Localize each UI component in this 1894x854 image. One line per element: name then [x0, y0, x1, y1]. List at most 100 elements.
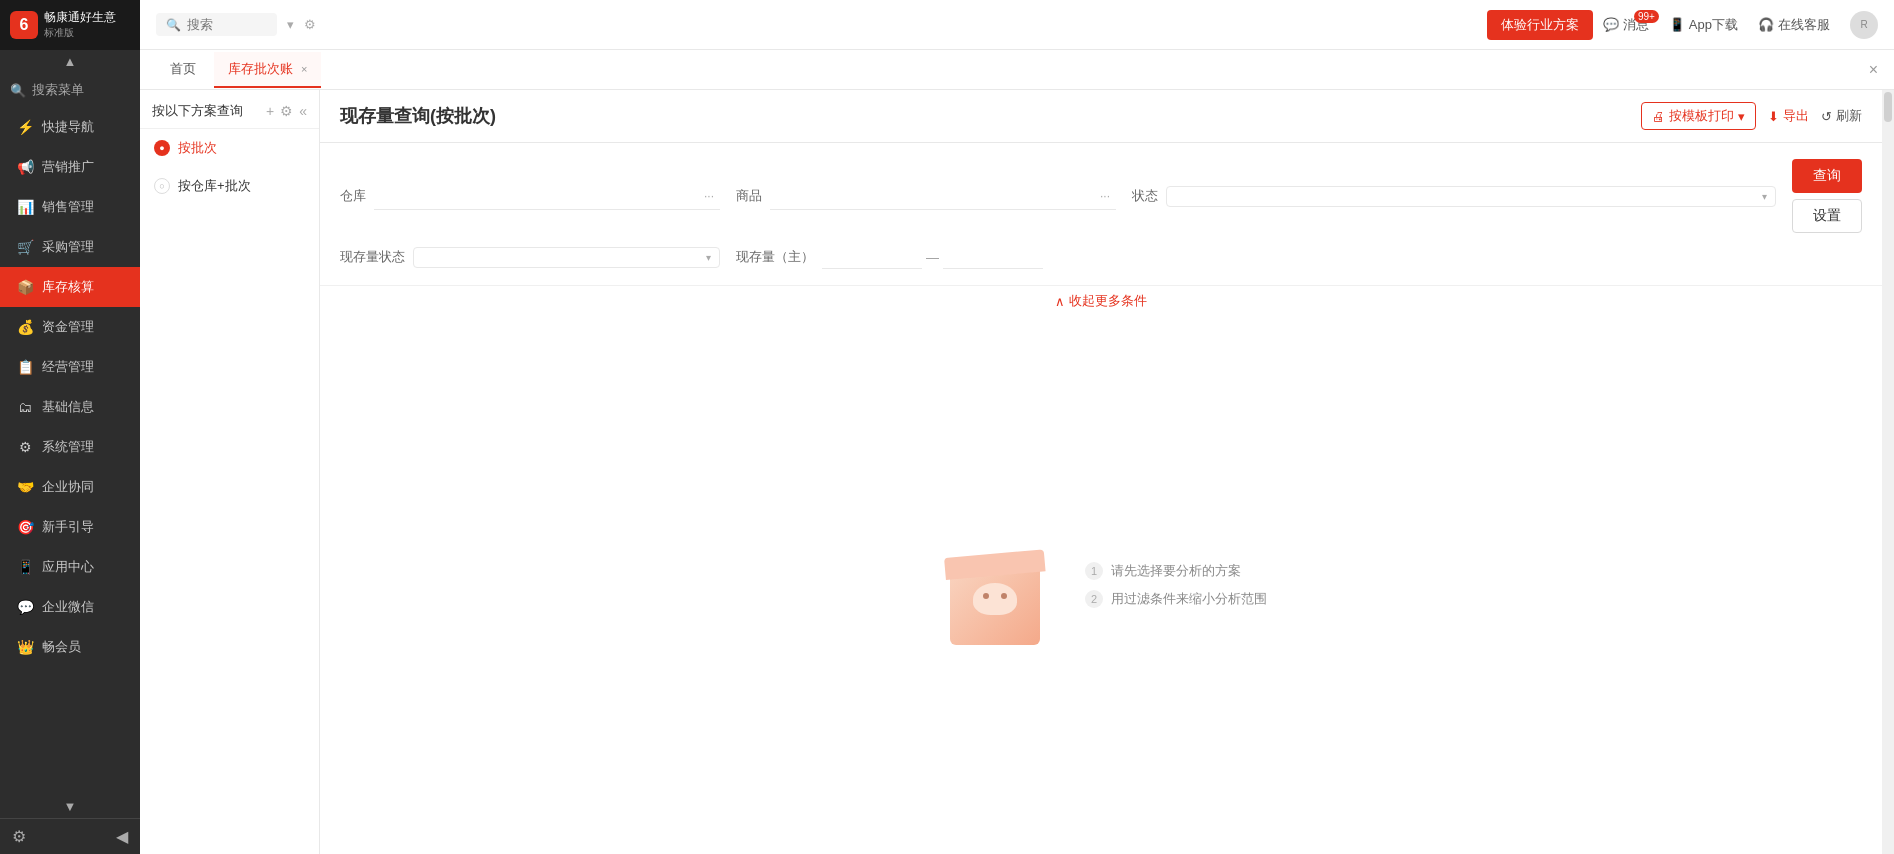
settings-button[interactable]: 设置	[1792, 199, 1862, 233]
sidebar-item-operations[interactable]: 📋 经营管理	[0, 347, 140, 387]
marketing-icon: 📢	[16, 158, 34, 176]
system-icon: ⚙	[16, 438, 34, 456]
topbar-dropdown-icon[interactable]: ▾	[287, 17, 294, 32]
search-icon: 🔍	[10, 83, 26, 98]
topbar-settings-icon[interactable]: ⚙	[304, 17, 316, 32]
export-button[interactable]: ⬇ 导出	[1768, 107, 1809, 125]
experience-industry-button[interactable]: 体验行业方案	[1487, 10, 1593, 40]
product-label: 商品	[736, 187, 762, 205]
inactive-scheme-dot: ○	[154, 178, 170, 194]
sidebar-item-finance[interactable]: 💰 资金管理	[0, 307, 140, 347]
right-scrollbar[interactable]	[1882, 90, 1894, 854]
status-dropdown-arrow: ▾	[1762, 191, 1767, 202]
inventory-qty-min-input[interactable]	[822, 245, 922, 269]
online-service-item[interactable]: 🎧 在线客服	[1758, 16, 1830, 34]
collapse-bar[interactable]: ∧ 收起更多条件	[320, 285, 1882, 316]
query-button[interactable]: 查询	[1792, 159, 1862, 193]
user-avatar[interactable]: R	[1850, 11, 1878, 39]
messages-item[interactable]: 💬 消息 99+	[1603, 16, 1649, 34]
sidebar-scroll-down[interactable]: ▼	[0, 795, 140, 818]
scheme-add-button[interactable]: +	[266, 103, 274, 119]
enterprise-icon: 🤝	[16, 478, 34, 496]
tab-home[interactable]: 首页	[156, 52, 210, 88]
scheme-item-by-warehouse-batch[interactable]: ○ 按仓库+批次	[140, 167, 319, 205]
sidebar-item-basic-info[interactable]: 🗂 基础信息	[0, 387, 140, 427]
product-more-btn[interactable]: ···	[1100, 189, 1110, 203]
app-download-icon: 📱	[1669, 17, 1685, 32]
tab-inventory-batch[interactable]: 库存批次账 ×	[214, 52, 321, 88]
scheme-collapse-icon[interactable]: «	[299, 103, 307, 119]
sidebar-item-purchase[interactable]: 🛒 采购管理	[0, 227, 140, 267]
page-title: 现存量查询(按批次)	[340, 104, 496, 140]
warehouse-input-wrapper[interactable]: ···	[374, 182, 720, 210]
quick-nav-icon: ⚡	[16, 118, 34, 136]
inventory-qty-label: 现存量（主）	[736, 248, 814, 266]
sidebar-item-app-center[interactable]: 📱 应用中心	[0, 547, 140, 587]
warehouse-label: 仓库	[340, 187, 366, 205]
refresh-button[interactable]: ↺ 刷新	[1821, 107, 1862, 125]
product-input-wrapper[interactable]: ···	[770, 182, 1116, 210]
inventory-icon: 📦	[16, 278, 34, 296]
filter-row-1: 仓库 ··· 商品 ···	[340, 159, 1862, 233]
topbar-search-input[interactable]	[187, 17, 267, 32]
sidebar-item-marketing[interactable]: 📢 营销推广	[0, 147, 140, 187]
inventory-qty-filter: 现存量（主） —	[736, 245, 1116, 269]
sidebar-item-enterprise-wechat[interactable]: 💬 企业微信	[0, 587, 140, 627]
app-logo: 6	[10, 11, 38, 39]
print-dropdown-icon[interactable]: ▾	[1738, 109, 1745, 124]
warehouse-input[interactable]	[380, 184, 704, 207]
topbar-search-icon: 🔍	[166, 18, 181, 32]
topbar-icons: 💬 消息 99+ 📱 App下载 🎧 在线客服 R	[1603, 11, 1878, 39]
product-filter: 商品 ···	[736, 182, 1116, 210]
active-scheme-dot: ●	[154, 140, 170, 156]
home-tab-label: 首页	[170, 60, 196, 78]
active-tab-label: 库存批次账	[228, 60, 293, 78]
scheme-settings-icon[interactable]: ⚙	[280, 103, 293, 119]
box-face	[973, 583, 1017, 615]
hint-num-2: 2	[1085, 590, 1103, 608]
product-input[interactable]	[776, 184, 1100, 207]
sidebar-item-enterprise[interactable]: 🤝 企业协同	[0, 467, 140, 507]
sidebar-scroll-up[interactable]: ▲	[0, 50, 140, 73]
empty-illustration	[935, 525, 1055, 645]
sidebar-item-quick-nav[interactable]: ⚡ 快捷导航	[0, 107, 140, 147]
app-download-item[interactable]: 📱 App下载	[1669, 16, 1738, 34]
sidebar-search[interactable]: 🔍 搜索菜单	[0, 73, 140, 107]
export-icon: ⬇	[1768, 109, 1779, 124]
sidebar-item-sales[interactable]: 📊 销售管理	[0, 187, 140, 227]
sidebar-collapse-icon[interactable]: ◀	[116, 827, 128, 846]
scrollbar-thumb[interactable]	[1884, 92, 1892, 122]
empty-hint-2: 2 用过滤条件来缩小分析范围	[1085, 590, 1267, 608]
sidebar-item-member[interactable]: 👑 畅会员	[0, 627, 140, 667]
sidebar-item-newbie[interactable]: 🎯 新手引导	[0, 507, 140, 547]
inventory-qty-max-input[interactable]	[943, 245, 1043, 269]
sidebar-item-system[interactable]: ⚙ 系统管理	[0, 427, 140, 467]
finance-icon: 💰	[16, 318, 34, 336]
warehouse-filter: 仓库 ···	[340, 182, 720, 210]
newbie-icon: 🎯	[16, 518, 34, 536]
print-icon: 🖨	[1652, 109, 1665, 124]
scheme-panel: 按以下方案查询 + ⚙ « ● 按批次 ○ 按仓库+批次	[140, 90, 320, 854]
message-icon: 💬	[1603, 17, 1619, 32]
tab-close-icon[interactable]: ×	[301, 63, 307, 75]
status-filter: 状态 ▾	[1132, 186, 1776, 207]
empty-state: 1 请先选择要分析的方案 2 用过滤条件来缩小分析范围	[320, 316, 1882, 854]
sidebar-header: 6 畅康通好生意 标准版	[0, 0, 140, 50]
print-button[interactable]: 🖨 按模板打印 ▾	[1641, 102, 1756, 130]
status-select[interactable]: ▾	[1166, 186, 1776, 207]
purchase-icon: 🛒	[16, 238, 34, 256]
sidebar-item-inventory[interactable]: 📦 库存核算	[0, 267, 140, 307]
warehouse-more-btn[interactable]: ···	[704, 189, 714, 203]
collapse-arrow-icon: ∧	[1055, 294, 1065, 309]
tab-panel-close-icon[interactable]: ×	[1869, 61, 1878, 79]
scheme-item-by-batch[interactable]: ● 按批次	[140, 129, 319, 167]
sidebar-settings-icon[interactable]: ⚙	[12, 827, 26, 846]
inventory-status-select[interactable]: ▾	[413, 247, 720, 268]
topbar-search-box[interactable]: 🔍	[156, 13, 277, 36]
filter-row-2: 现存量状态 ▾ 现存量（主） —	[340, 245, 1862, 269]
headset-icon: 🎧	[1758, 17, 1774, 32]
inventory-status-label: 现存量状态	[340, 248, 405, 266]
sidebar-nav: ⚡ 快捷导航 📢 营销推广 📊 销售管理 🛒 采购管理 📦 库存核算 💰 资金管…	[0, 107, 140, 795]
scheme-by-batch-label: 按批次	[178, 139, 217, 157]
empty-hint-1: 1 请先选择要分析的方案	[1085, 562, 1267, 580]
